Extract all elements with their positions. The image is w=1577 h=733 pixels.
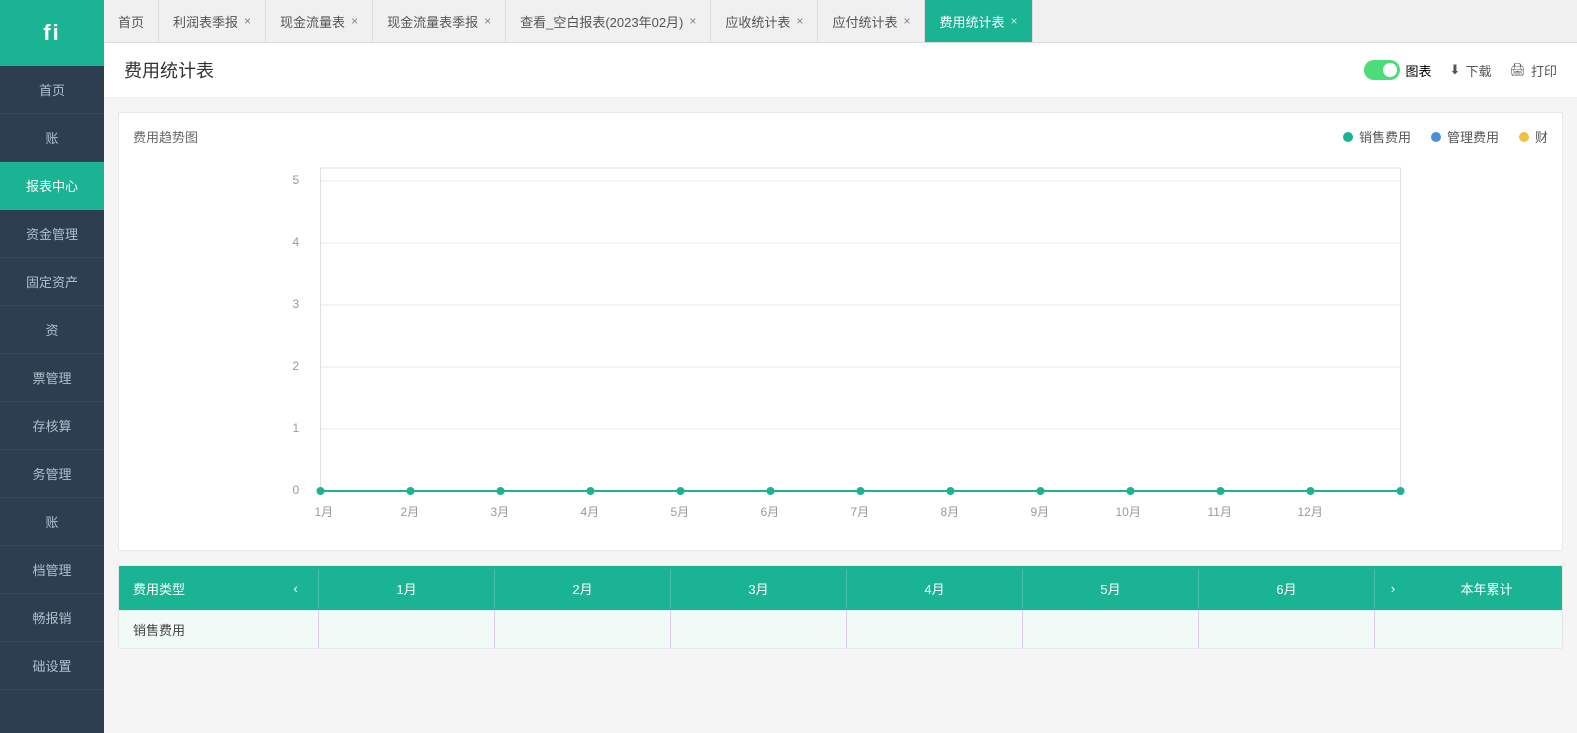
sidebar-logo: fi: [0, 0, 104, 66]
th-month-6: 6月: [1199, 569, 1375, 608]
svg-text:2: 2: [293, 359, 300, 373]
close-tab-6[interactable]: ×: [903, 14, 910, 28]
table-row: 销售费用: [119, 610, 1562, 648]
sidebar-item-funds[interactable]: 资金管理: [0, 210, 104, 258]
svg-text:7月: 7月: [851, 505, 870, 519]
page-title: 费用统计表: [124, 57, 214, 83]
legend-label-admin: 管理费用: [1447, 127, 1499, 146]
prev-months-button[interactable]: ‹: [287, 580, 304, 596]
chart-toggle-label: 图表: [1406, 61, 1432, 80]
chart-toggle[interactable]: [1364, 60, 1400, 80]
svg-text:4月: 4月: [581, 505, 600, 519]
tab-blank-report[interactable]: 查看_空白报表(2023年02月) ×: [506, 0, 711, 42]
svg-text:2月: 2月: [401, 505, 420, 519]
td-m4: [847, 611, 1023, 648]
svg-text:1: 1: [293, 421, 300, 435]
legend-dot-sales: [1343, 132, 1353, 142]
download-icon: ⬇: [1450, 62, 1461, 78]
tab-cashflow[interactable]: 现金流量表 ×: [266, 0, 373, 42]
page-header: 费用统计表 图表 ⬇ 下载 🖨 打印: [104, 43, 1577, 98]
sidebar-item-resources[interactable]: 资: [0, 306, 104, 354]
download-button[interactable]: ⬇ 下载: [1450, 61, 1492, 80]
chart-section: 费用趋势图 销售费用 管理费用 财: [118, 112, 1563, 551]
legend-label-finance: 财: [1535, 127, 1548, 146]
sidebar-item-archives[interactable]: 档管理: [0, 546, 104, 594]
legend-dot-finance: [1519, 132, 1529, 142]
svg-text:0: 0: [293, 483, 300, 497]
tab-profit-quarterly[interactable]: 利润表季报 ×: [159, 0, 266, 42]
tab-payable[interactable]: 应付统计表 ×: [818, 0, 925, 42]
svg-text:8月: 8月: [941, 505, 960, 519]
th-month-1: 1月: [319, 569, 495, 608]
td-type: 销售费用: [119, 611, 319, 648]
close-tab-3[interactable]: ×: [484, 14, 491, 28]
td-m2: [495, 611, 671, 648]
sidebar-item-home[interactable]: 首页: [0, 66, 104, 114]
td-m1: [319, 611, 495, 648]
svg-text:1月: 1月: [315, 505, 334, 519]
sidebar-item-reimbursement[interactable]: 畅报销: [0, 594, 104, 642]
td-m6: [1199, 611, 1375, 648]
sidebar-item-reports[interactable]: 报表中心: [0, 162, 104, 210]
legend-sales: 销售费用: [1343, 127, 1411, 146]
th-month-4: 4月: [847, 569, 1023, 608]
print-button[interactable]: 🖨 打印: [1509, 61, 1557, 80]
header-actions: 图表 ⬇ 下载 🖨 打印: [1364, 60, 1557, 80]
chart-title: 费用趋势图: [133, 127, 198, 146]
sidebar: fi 首页 账 报表中心 资金管理 固定资产 资 票管理 存核算 务管理 账 档…: [0, 0, 104, 733]
svg-text:10月: 10月: [1116, 505, 1141, 519]
td-ytd: [1411, 611, 1562, 648]
close-tab-7[interactable]: ×: [1010, 14, 1017, 28]
th-type-label: 费用类型: [133, 579, 185, 598]
close-tab-2[interactable]: ×: [351, 14, 358, 28]
tab-receivable[interactable]: 应收统计表 ×: [711, 0, 818, 42]
svg-text:5: 5: [293, 173, 300, 187]
svg-text:6月: 6月: [761, 505, 780, 519]
svg-text:5月: 5月: [671, 505, 690, 519]
sidebar-item-invoices[interactable]: 票管理: [0, 354, 104, 402]
main-area: 首页 利润表季报 × 现金流量表 × 现金流量表季报 × 查看_空白报表(202…: [104, 0, 1577, 733]
close-tab-1[interactable]: ×: [244, 14, 251, 28]
table-header: 费用类型 ‹ 1月 2月 3月 4月 5月 6月 › 本年累计: [119, 566, 1562, 610]
svg-text:11月: 11月: [1208, 505, 1232, 519]
chart-container: 5 4 3 2 1 0: [133, 156, 1548, 536]
tab-cashflow-quarterly[interactable]: 现金流量表季报 ×: [373, 0, 506, 42]
print-icon: 🖨: [1509, 62, 1526, 78]
tab-home[interactable]: 首页: [104, 0, 159, 42]
th-month-2: 2月: [495, 569, 671, 608]
sidebar-item-inventory[interactable]: 存核算: [0, 402, 104, 450]
expense-table: 费用类型 ‹ 1月 2月 3月 4月 5月 6月 › 本年累计 销售费用: [118, 565, 1563, 649]
sidebar-item-services[interactable]: 务管理: [0, 450, 104, 498]
svg-text:12月: 12月: [1298, 505, 1323, 519]
legend-label-sales: 销售费用: [1359, 127, 1411, 146]
th-month-3: 3月: [671, 569, 847, 608]
close-tab-4[interactable]: ×: [689, 14, 696, 28]
svg-text:3: 3: [293, 297, 300, 311]
trend-chart: 5 4 3 2 1 0: [133, 156, 1548, 536]
legend-finance: 财: [1519, 127, 1548, 146]
sidebar-item-ledger[interactable]: 账: [0, 498, 104, 546]
td-nav-spacer: [1375, 611, 1411, 648]
sidebar-item-account[interactable]: 账: [0, 114, 104, 162]
legend-admin: 管理费用: [1431, 127, 1499, 146]
chart-toggle-wrap: 图表: [1364, 60, 1432, 80]
chart-legend: 销售费用 管理费用 财: [1343, 127, 1548, 146]
chart-header: 费用趋势图 销售费用 管理费用 财: [133, 127, 1548, 146]
svg-text:9月: 9月: [1031, 505, 1050, 519]
th-ytd: 本年累计: [1411, 569, 1562, 608]
td-m5: [1023, 611, 1199, 648]
th-month-5: 5月: [1023, 569, 1199, 608]
sidebar-item-settings[interactable]: 础设置: [0, 642, 104, 690]
svg-text:3月: 3月: [491, 505, 510, 519]
td-m3: [671, 611, 847, 648]
tab-expense[interactable]: 费用统计表 ×: [925, 0, 1032, 42]
next-months-button[interactable]: ›: [1375, 581, 1411, 596]
page-content: 费用统计表 图表 ⬇ 下载 🖨 打印 费用趋势图: [104, 43, 1577, 733]
legend-dot-admin: [1431, 132, 1441, 142]
tab-bar: 首页 利润表季报 × 现金流量表 × 现金流量表季报 × 查看_空白报表(202…: [104, 0, 1577, 43]
svg-text:4: 4: [293, 235, 300, 249]
close-tab-5[interactable]: ×: [796, 14, 803, 28]
sidebar-item-assets[interactable]: 固定资产: [0, 258, 104, 306]
th-type: 费用类型 ‹: [119, 569, 319, 608]
